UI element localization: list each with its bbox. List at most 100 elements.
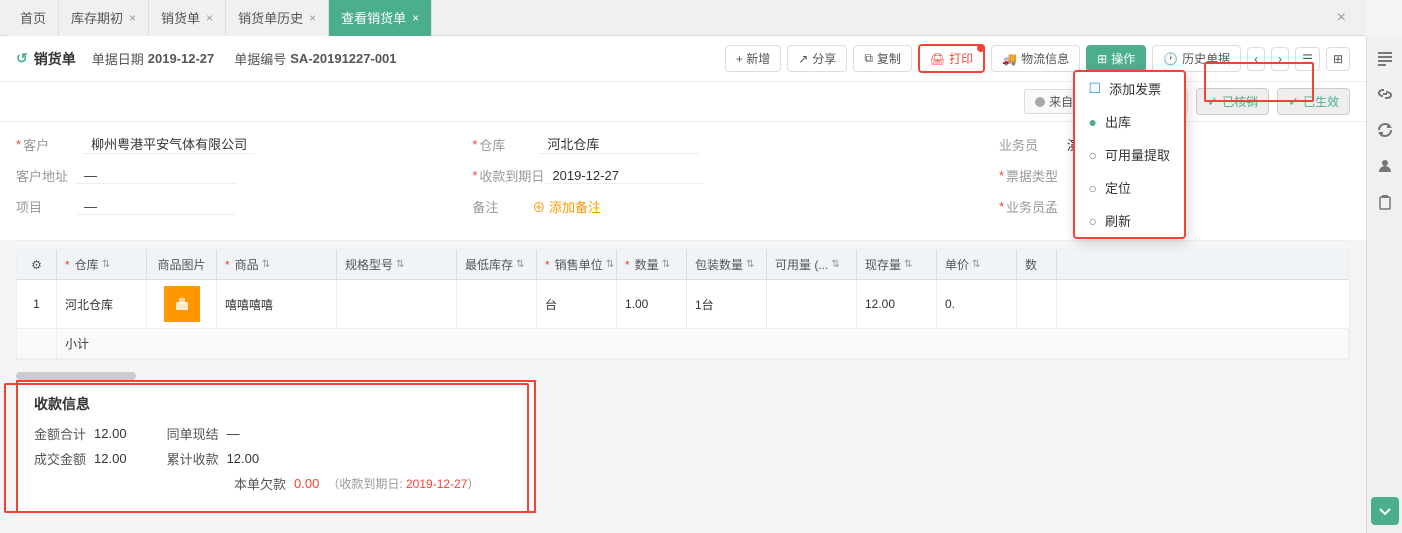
address-value[interactable]: — — [76, 168, 236, 184]
sidebar-icon-user[interactable] — [1371, 152, 1399, 180]
tab-sales[interactable]: 销货单 × — [149, 0, 226, 36]
section-divider — [16, 240, 1350, 241]
payment-debt: 本单欠款 0.00 （收款到期日: 2019-12-27） — [234, 474, 479, 493]
checked-button[interactable]: ✓ 已核销 — [1196, 88, 1269, 115]
th-pkgqty[interactable]: 包装数量 ⇅ — [687, 250, 767, 279]
project-field: 项目 — — [16, 197, 367, 216]
tab-close-sales-history[interactable]: × — [309, 11, 316, 25]
payment-same-settle: 同单现结 — — [167, 424, 240, 443]
sort-stock-icon: ⇅ — [904, 259, 912, 270]
th-img: 商品图片 — [147, 250, 217, 279]
th-product[interactable]: * 商品 ⇅ — [217, 250, 337, 279]
sidebar-icon-list[interactable] — [1371, 44, 1399, 72]
th-minstock[interactable]: 最低库存 ⇅ — [457, 250, 537, 279]
payment-box: 收款信息 金额合计 12.00 同单现结 — 成交金额 12.00 累计收款 1… — [16, 380, 536, 513]
sort-qty-icon: ⇅ — [662, 259, 670, 270]
dropdown-avail-extract[interactable]: ○ 可用量提取 — [1075, 138, 1184, 171]
sort-spec-icon: ⇅ — [396, 259, 404, 270]
scroll-bar[interactable] — [16, 372, 1350, 380]
table-header: ⚙ * 仓库 ⇅ 商品图片 * 商品 ⇅ 规格型号 ⇅ 最低库存 ⇅ — [17, 250, 1349, 280]
subtotal-row: 小计 — [17, 329, 1349, 359]
th-settings[interactable]: ⚙ — [17, 250, 57, 279]
history-button[interactable]: 🕐 历史单据 — [1152, 45, 1241, 72]
no-meta: 单据编号 SA-20191227-001 — [234, 49, 396, 68]
scroll-thumb[interactable] — [16, 372, 136, 380]
sort-minstock-icon: ⇅ — [516, 259, 524, 270]
th-qty[interactable]: * 数量 ⇅ — [617, 250, 687, 279]
td-idx-1: 1 — [17, 280, 57, 328]
warehouse-field: * 仓库 河北仓库 — [472, 134, 823, 154]
window-close-button[interactable]: × — [1325, 9, 1358, 27]
prev-button[interactable]: ‹ — [1247, 47, 1265, 71]
add-note-button[interactable]: ⊕ 添加备注 — [532, 197, 601, 216]
payment-deal-amount: 成交金额 12.00 — [34, 449, 127, 468]
due-date-value[interactable]: 2019-12-27 — [544, 168, 704, 184]
logistics-button[interactable]: 🚚 物流信息 — [991, 45, 1080, 72]
th-unit[interactable]: * 销售单位 ⇅ — [537, 250, 617, 279]
next-button[interactable]: › — [1271, 47, 1289, 71]
truck-icon: 🚚 — [1002, 52, 1017, 66]
payment-total: 金额合计 12.00 — [34, 424, 127, 443]
tab-sales-history[interactable]: 销货单历史 × — [226, 0, 329, 36]
sort-unit-icon: ⇅ — [606, 259, 614, 270]
form-meta: 单据日期 2019-12-27 单据编号 SA-20191227-001 — [92, 49, 397, 68]
copy-button[interactable]: ⧉ 复制 — [853, 45, 912, 72]
sidebar-icon-rotate[interactable] — [1371, 116, 1399, 144]
th-more: 数 — [1017, 250, 1057, 279]
operation-button[interactable]: ⊞ 操作 — [1086, 45, 1146, 72]
share-button[interactable]: ↗ 分享 — [787, 45, 847, 72]
payment-cumulative: 累计收款 12.00 — [167, 449, 260, 468]
locate-icon: ○ — [1089, 180, 1097, 196]
td-pkgqty-1[interactable]: 1台 — [687, 280, 767, 328]
grid-icon: ⊞ — [1097, 52, 1107, 66]
new-button[interactable]: + 新增 — [725, 45, 781, 72]
td-qty-1[interactable]: 1.00 — [617, 280, 687, 328]
form-title-icon: ↺ — [16, 50, 28, 67]
dropdown-refresh[interactable]: ○ 刷新 — [1075, 204, 1184, 237]
sidebar-icon-clipboard[interactable] — [1371, 188, 1399, 216]
td-product-1[interactable]: 嘻嘻嘻嘻 — [217, 280, 337, 328]
dropdown-locate[interactable]: ○ 定位 — [1075, 171, 1184, 204]
effect-icon: ✓ — [1288, 94, 1299, 110]
td-unit-1[interactable]: 台 — [537, 280, 617, 328]
tab-view-sales[interactable]: 查看销货单 × — [329, 0, 432, 36]
form-title-text: 销货单 — [34, 49, 76, 69]
tab-close-sales[interactable]: × — [206, 11, 213, 25]
tab-home[interactable]: 首页 — [8, 0, 59, 36]
payment-row-2: 成交金额 12.00 累计收款 12.00 — [34, 449, 518, 468]
sort-avail-icon: ⇅ — [831, 259, 839, 270]
payment-row-3: 本单欠款 0.00 （收款到期日: 2019-12-27） — [34, 474, 518, 493]
payment-row-1: 金额合计 12.00 同单现结 — — [34, 424, 518, 443]
view2-button[interactable]: ⊞ — [1326, 47, 1350, 71]
payment-hint: （收款到期日: 2019-12-27） — [327, 475, 479, 492]
th-avail[interactable]: 可用量 (... ⇅ — [767, 250, 857, 279]
sidebar-icon-link[interactable] — [1371, 80, 1399, 108]
th-spec[interactable]: 规格型号 ⇅ — [337, 250, 457, 279]
product-table: ⚙ * 仓库 ⇅ 商品图片 * 商品 ⇅ 规格型号 ⇅ 最低库存 ⇅ — [16, 249, 1350, 360]
customer-value[interactable]: 柳州粤港平安气体有限公司 — [83, 134, 255, 154]
td-avail-1 — [767, 280, 857, 328]
history-icon: 🕐 — [1163, 52, 1178, 66]
td-minstock-1[interactable] — [457, 280, 537, 328]
warehouse-value[interactable]: 河北仓库 — [539, 134, 699, 154]
dropdown-outbound[interactable]: ● 出库 — [1075, 105, 1184, 138]
view1-button[interactable]: ☰ — [1295, 47, 1320, 71]
check-icon: ✓ — [1207, 94, 1218, 110]
td-price-1: 0. — [937, 280, 1017, 328]
phone-status-icon — [1035, 97, 1045, 107]
dropdown-add-invoice[interactable]: ☐ 添加发票 — [1075, 72, 1184, 105]
td-spec-1[interactable] — [337, 280, 457, 328]
tab-close-inventory[interactable]: × — [129, 11, 136, 25]
print-button[interactable]: 🖨 打印 — [918, 44, 985, 73]
sort-price-icon: ⇅ — [972, 259, 980, 270]
sort-warehouse-icon: ⇅ — [102, 259, 110, 270]
td-warehouse-1[interactable]: 河北仓库 — [57, 280, 147, 328]
sidebar-icon-expand[interactable] — [1371, 497, 1399, 525]
th-warehouse[interactable]: * 仓库 ⇅ — [57, 250, 147, 279]
project-value[interactable]: — — [76, 199, 236, 215]
tab-close-view-sales[interactable]: × — [412, 11, 419, 25]
th-stock[interactable]: 现存量 ⇅ — [857, 250, 937, 279]
th-price[interactable]: 单价 ⇅ — [937, 250, 1017, 279]
effect-button[interactable]: ✓ 已生效 — [1277, 88, 1350, 115]
tab-inventory-init[interactable]: 库存期初 × — [59, 0, 149, 36]
